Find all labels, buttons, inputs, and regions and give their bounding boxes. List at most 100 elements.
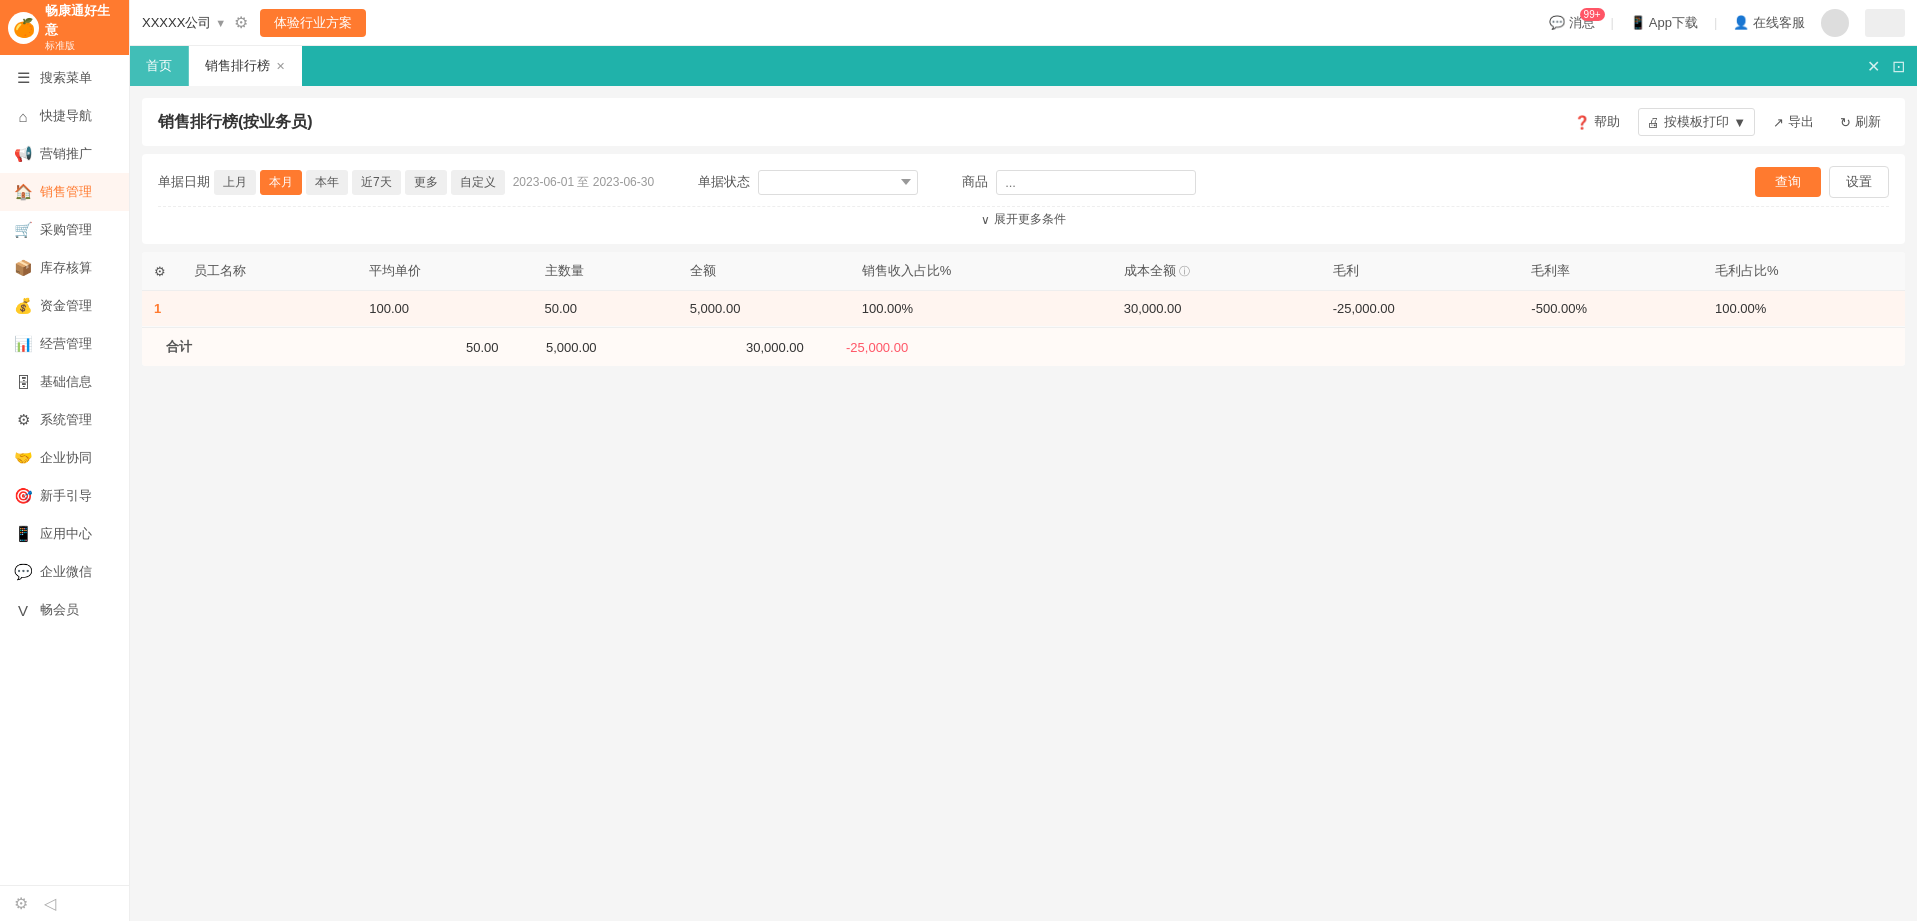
print-btn[interactable]: 🖨 按模板打印 ▼ [1638, 108, 1755, 136]
wechat-icon: 💬 [14, 563, 32, 581]
trial-btn[interactable]: 体验行业方案 [260, 9, 366, 37]
footer-qty: 50.00 [454, 340, 534, 355]
sidebar-item-operations[interactable]: 📊经营管理 [0, 325, 129, 363]
sidebar-item-inventory[interactable]: 📦库存核算 [0, 249, 129, 287]
basic-info-icon: 🗄 [14, 374, 32, 391]
tab-close-icon[interactable]: ✕ [276, 60, 285, 73]
sidebar-item-member[interactable]: V畅会员 [0, 591, 129, 629]
cell-rank: 1 [142, 291, 182, 327]
sidebar-label-enterprise: 企业协同 [40, 449, 92, 467]
cell-cost: 30,000.00 [1112, 291, 1321, 327]
cell-profit-pct: 100.00% [1703, 291, 1905, 327]
th-avg-price: 平均单价 [357, 252, 532, 291]
table-header-row: ⚙ 员工名称 平均单价 主数量 全额 销售收入占比% 成本全额 ⓘ 毛利 毛利率… [142, 252, 1905, 291]
table-footer: 合计 50.00 5,000.00 30,000.00 -25,000.00 [142, 327, 1905, 366]
th-name: 员工名称 [182, 252, 357, 291]
footer-amount: 5,000.00 [534, 340, 624, 355]
online-service-label: 在线客服 [1753, 15, 1805, 30]
status-filter: 单据状态 [698, 170, 918, 195]
help-btn[interactable]: ❓ 帮助 [1566, 109, 1628, 135]
sidebar-logo: 🍊 畅康通好生意 标准版 [0, 0, 129, 55]
app-download-label: App下载 [1649, 15, 1698, 30]
sidebar-label-sales: 销售管理 [40, 183, 92, 201]
sidebar-item-purchase[interactable]: 🛒采购管理 [0, 211, 129, 249]
sidebar-bottom: ⚙ ◁ [0, 885, 129, 921]
topbar: XXXXX公司 ▼ ⚙ 体验行业方案 💬 消息 99+ | 📱 App下载 | … [130, 0, 1917, 46]
sidebar-item-system[interactable]: ⚙系统管理 [0, 401, 129, 439]
app-download-btn[interactable]: 📱 App下载 [1630, 14, 1698, 32]
th-qty: 主数量 [533, 252, 678, 291]
expand-label: 展开更多条件 [994, 211, 1066, 228]
sidebar-item-guide[interactable]: 🎯新手引导 [0, 477, 129, 515]
tab-close-all-icon[interactable]: ✕ [1867, 57, 1880, 76]
enterprise-icon: 🤝 [14, 449, 32, 467]
topbar-gear-icon[interactable]: ⚙ [234, 13, 248, 32]
page-header: 销售排行榜(按业务员) ❓ 帮助 🖨 按模板打印 ▼ ↗ 导出 ↻ 刷新 [142, 98, 1905, 146]
marketing-icon: 📢 [14, 145, 32, 163]
message-icon: 💬 [1549, 15, 1565, 30]
company-name: XXXXX公司 [142, 14, 211, 32]
sidebar-label-operations: 经营管理 [40, 335, 92, 353]
tab-home[interactable]: 首页 [130, 46, 189, 86]
goods-input[interactable] [996, 170, 1196, 195]
sidebar-item-search[interactable]: ☰搜索菜单 [0, 59, 129, 97]
th-profit-pct: 毛利占比% [1703, 252, 1905, 291]
footer-label: 合计 [154, 338, 354, 356]
expand-more-btn[interactable]: ∨ 展开更多条件 [158, 206, 1889, 232]
date-btn-cur-year[interactable]: 本年 [306, 170, 348, 195]
refresh-btn[interactable]: ↻ 刷新 [1832, 109, 1889, 135]
collapse-icon[interactable]: ◁ [44, 894, 56, 913]
export-btn[interactable]: ↗ 导出 [1765, 109, 1822, 135]
sidebar-label-inventory: 库存核算 [40, 259, 92, 277]
logo-subtitle: 标准版 [45, 39, 121, 53]
date-label: 单据日期 [158, 173, 210, 191]
topbar-right: 💬 消息 99+ | 📱 App下载 | 👤 在线客服 [1549, 9, 1905, 37]
sidebar-item-wechat[interactable]: 💬企业微信 [0, 553, 129, 591]
goods-label: 商品 [962, 173, 988, 191]
content-area: 销售排行榜(按业务员) ❓ 帮助 🖨 按模板打印 ▼ ↗ 导出 ↻ 刷新 [130, 86, 1917, 921]
message-btn[interactable]: 💬 消息 99+ [1549, 14, 1595, 32]
sidebar-item-app-center[interactable]: 📱应用中心 [0, 515, 129, 553]
date-btn-cur-month[interactable]: 本月 [260, 170, 302, 195]
date-btn-last7[interactable]: 近7天 [352, 170, 401, 195]
message-badge: 99+ [1580, 8, 1605, 21]
date-btn-custom[interactable]: 自定义 [451, 170, 505, 195]
data-table: ⚙ 员工名称 平均单价 主数量 全额 销售收入占比% 成本全额 ⓘ 毛利 毛利率… [142, 252, 1905, 327]
date-btn-more[interactable]: 更多 [405, 170, 447, 195]
online-service-btn[interactable]: 👤 在线客服 [1733, 14, 1805, 32]
settings-btn[interactable]: 设置 [1829, 166, 1889, 198]
settings-icon[interactable]: ⚙ [14, 894, 28, 913]
sidebar-item-marketing[interactable]: 📢营销推广 [0, 135, 129, 173]
search-icon: ☰ [14, 69, 32, 87]
th-settings[interactable]: ⚙ [142, 252, 182, 291]
print-label: 按模板打印 [1664, 113, 1729, 131]
data-table-wrap: ⚙ 员工名称 平均单价 主数量 全额 销售收入占比% 成本全额 ⓘ 毛利 毛利率… [142, 252, 1905, 366]
th-sales-pct: 销售收入占比% [850, 252, 1112, 291]
date-filter: 单据日期 上月 本月 本年 近7天 更多 自定义 2023-06-01 至 20… [158, 170, 654, 195]
sidebar-item-finance[interactable]: 💰 资金管理 [0, 287, 129, 325]
company-selector[interactable]: XXXXX公司 ▼ [142, 14, 226, 32]
main-area: XXXXX公司 ▼ ⚙ 体验行业方案 💬 消息 99+ | 📱 App下载 | … [130, 0, 1917, 921]
sidebar-label-finance: 资金管理 [40, 297, 92, 315]
sidebar-label-guide: 新手引导 [40, 487, 92, 505]
date-btn-prev-month[interactable]: 上月 [214, 170, 256, 195]
sidebar-label-system: 系统管理 [40, 411, 92, 429]
tab-restore-icon[interactable]: ⊡ [1892, 57, 1905, 76]
query-btn[interactable]: 查询 [1755, 167, 1821, 197]
quick-nav-icon: ⌂ [14, 108, 32, 125]
sidebar-item-sales[interactable]: 🏠销售管理 [0, 173, 129, 211]
filter-actions: 查询 设置 [1755, 166, 1889, 198]
sidebar-item-enterprise[interactable]: 🤝 企业协同 [0, 439, 129, 477]
sidebar-item-basic-info[interactable]: 🗄基础信息 [0, 363, 129, 401]
cell-profit: -25,000.00 [1321, 291, 1520, 327]
status-select[interactable] [758, 170, 918, 195]
sidebar-item-quick-nav[interactable]: ⌂快捷导航 [0, 97, 129, 135]
tab-sales-rank-label: 销售排行榜 [205, 57, 270, 75]
cost-info-icon: ⓘ [1179, 265, 1190, 277]
finance-icon: 💰 [14, 297, 32, 315]
tab-sales-rank[interactable]: 销售排行榜 ✕ [189, 46, 302, 86]
th-profit-rate: 毛利率 [1519, 252, 1703, 291]
cell-qty: 50.00 [533, 291, 678, 327]
filter-row-1: 单据日期 上月 本月 本年 近7天 更多 自定义 2023-06-01 至 20… [158, 166, 1889, 198]
user-avatar[interactable] [1821, 9, 1849, 37]
